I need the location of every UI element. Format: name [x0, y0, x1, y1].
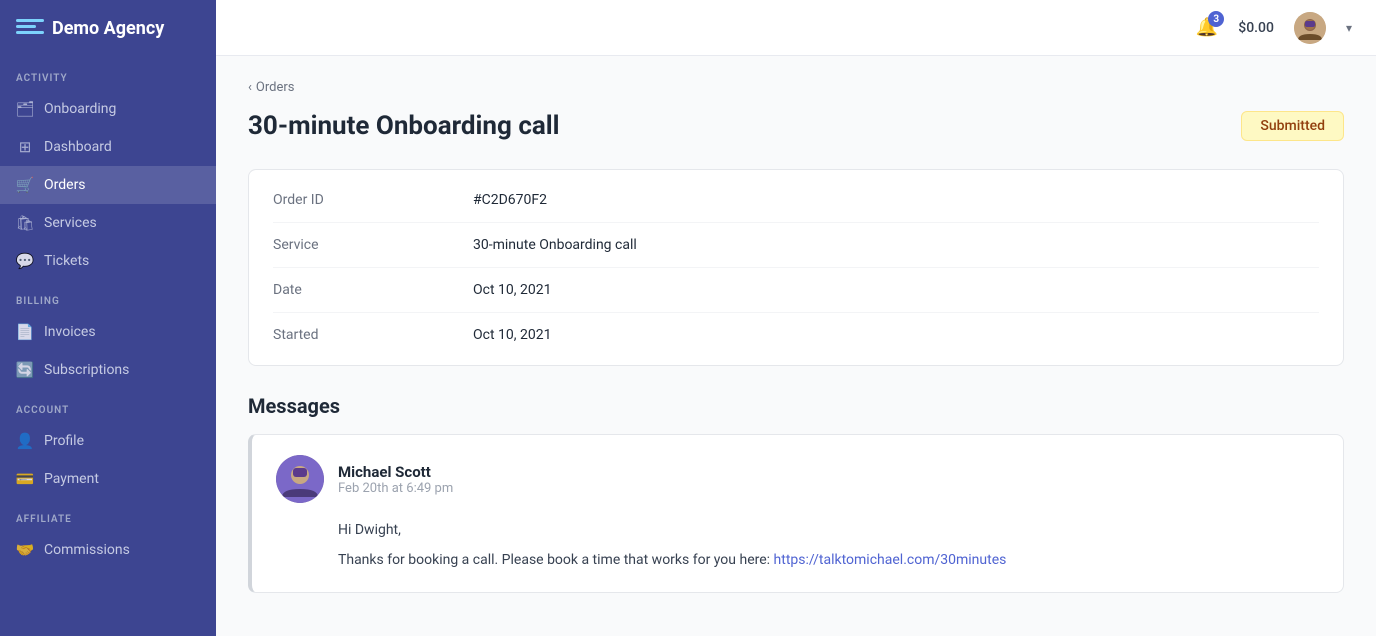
message-text: Thanks for booking a call. Please book a… [338, 549, 1319, 571]
services-icon: 🛍 [16, 214, 34, 232]
sidebar-item-invoices[interactable]: 📄 Invoices [0, 313, 216, 351]
message-header: Michael Scott Feb 20th at 6:49 pm [276, 455, 1319, 503]
sidebar-item-profile[interactable]: 👤 Profile [0, 422, 216, 460]
order-value-started: Oct 10, 2021 [473, 327, 551, 343]
commissions-icon: 🤝 [16, 541, 34, 559]
invoices-icon: 📄 [16, 323, 34, 341]
order-value-id: #C2D670F2 [473, 192, 547, 208]
topbar: 🔔 3 $0.00 ▾ [216, 0, 1376, 56]
sidebar-item-label: Subscriptions [44, 362, 129, 378]
app-name: Demo Agency [52, 18, 164, 39]
order-details-table: Order ID #C2D670F2 Service 30-minute Onb… [249, 170, 1343, 365]
order-row-started: Started Oct 10, 2021 [273, 313, 1319, 357]
content-area: ‹ Orders 30-minute Onboarding call Submi… [216, 56, 1376, 636]
order-value-date: Oct 10, 2021 [473, 282, 551, 298]
sidebar-item-label: Dashboard [44, 139, 112, 155]
message-timestamp: Feb 20th at 6:49 pm [338, 481, 453, 496]
section-label-billing: BILLING [0, 280, 216, 313]
orders-icon: 🛒 [16, 176, 34, 194]
subscriptions-icon: 🔄 [16, 361, 34, 379]
message-avatar [276, 455, 324, 503]
user-avatar[interactable] [1294, 12, 1326, 44]
message-link[interactable]: https://talktomichael.com/30minutes [774, 552, 1007, 568]
section-label-account: ACCOUNT [0, 389, 216, 422]
order-details-card: Order ID #C2D670F2 Service 30-minute Onb… [248, 169, 1344, 366]
notification-badge: 3 [1208, 11, 1224, 27]
order-value-service: 30-minute Onboarding call [473, 237, 637, 253]
sidebar-item-label: Payment [44, 471, 99, 487]
message-author-info: Michael Scott Feb 20th at 6:49 pm [338, 463, 453, 496]
sidebar-item-orders[interactable]: 🛒 Orders [0, 166, 216, 204]
status-badge: Submitted [1241, 111, 1344, 141]
onboarding-icon: 🗂 [16, 100, 34, 118]
order-row-service: Service 30-minute Onboarding call [273, 223, 1319, 268]
messages-section-title: Messages [248, 394, 1344, 418]
section-label-activity: ACTIVITY [0, 57, 216, 90]
sidebar-item-commissions[interactable]: 🤝 Commissions [0, 531, 216, 569]
sidebar-item-label: Profile [44, 433, 84, 449]
sidebar-item-label: Onboarding [44, 101, 116, 117]
order-row-date: Date Oct 10, 2021 [273, 268, 1319, 313]
balance-display: $0.00 [1238, 20, 1274, 36]
message-body: Hi Dwight, Thanks for booking a call. Pl… [276, 519, 1319, 572]
breadcrumb-chevron: ‹ [248, 80, 252, 95]
sidebar-item-tickets[interactable]: 💬 Tickets [0, 242, 216, 280]
breadcrumb[interactable]: ‹ Orders [248, 80, 1344, 95]
message-greeting: Hi Dwight, [338, 519, 1319, 541]
sidebar-item-label: Services [44, 215, 97, 231]
message-author-name: Michael Scott [338, 463, 453, 481]
sidebar-item-label: Tickets [44, 253, 89, 269]
page-title: 30-minute Onboarding call [248, 111, 560, 141]
order-label-date: Date [273, 282, 473, 298]
sidebar-item-services[interactable]: 🛍 Services [0, 204, 216, 242]
sidebar-item-payment[interactable]: 💳 Payment [0, 460, 216, 498]
message-body-text: Thanks for booking a call. Please book a… [338, 552, 774, 568]
logo-icon [16, 19, 44, 39]
message-card: Michael Scott Feb 20th at 6:49 pm Hi Dwi… [248, 434, 1344, 593]
sidebar-item-subscriptions[interactable]: 🔄 Subscriptions [0, 351, 216, 389]
order-label-id: Order ID [273, 192, 473, 208]
sidebar-item-onboarding[interactable]: 🗂 Onboarding [0, 90, 216, 128]
payment-icon: 💳 [16, 470, 34, 488]
section-label-affiliate: AFFILIATE [0, 498, 216, 531]
sidebar-item-label: Invoices [44, 324, 96, 340]
tickets-icon: 💬 [16, 252, 34, 270]
main-area: 🔔 3 $0.00 ▾ ‹ Orders 30-minute Onboardin… [216, 0, 1376, 636]
dashboard-icon: ⊞ [16, 138, 34, 156]
sidebar-item-dashboard[interactable]: ⊞ Dashboard [0, 128, 216, 166]
app-logo: Demo Agency [0, 0, 216, 57]
order-label-service: Service [273, 237, 473, 253]
page-header: 30-minute Onboarding call Submitted [248, 111, 1344, 141]
order-row-id: Order ID #C2D670F2 [273, 178, 1319, 223]
sidebar-item-label: Commissions [44, 542, 130, 558]
profile-icon: 👤 [16, 432, 34, 450]
notification-bell[interactable]: 🔔 3 [1196, 17, 1218, 38]
breadcrumb-label: Orders [256, 80, 295, 95]
order-label-started: Started [273, 327, 473, 343]
sidebar-item-label: Orders [44, 177, 86, 193]
user-menu-chevron[interactable]: ▾ [1346, 21, 1352, 35]
sidebar: Demo Agency ACTIVITY 🗂 Onboarding ⊞ Dash… [0, 0, 216, 636]
